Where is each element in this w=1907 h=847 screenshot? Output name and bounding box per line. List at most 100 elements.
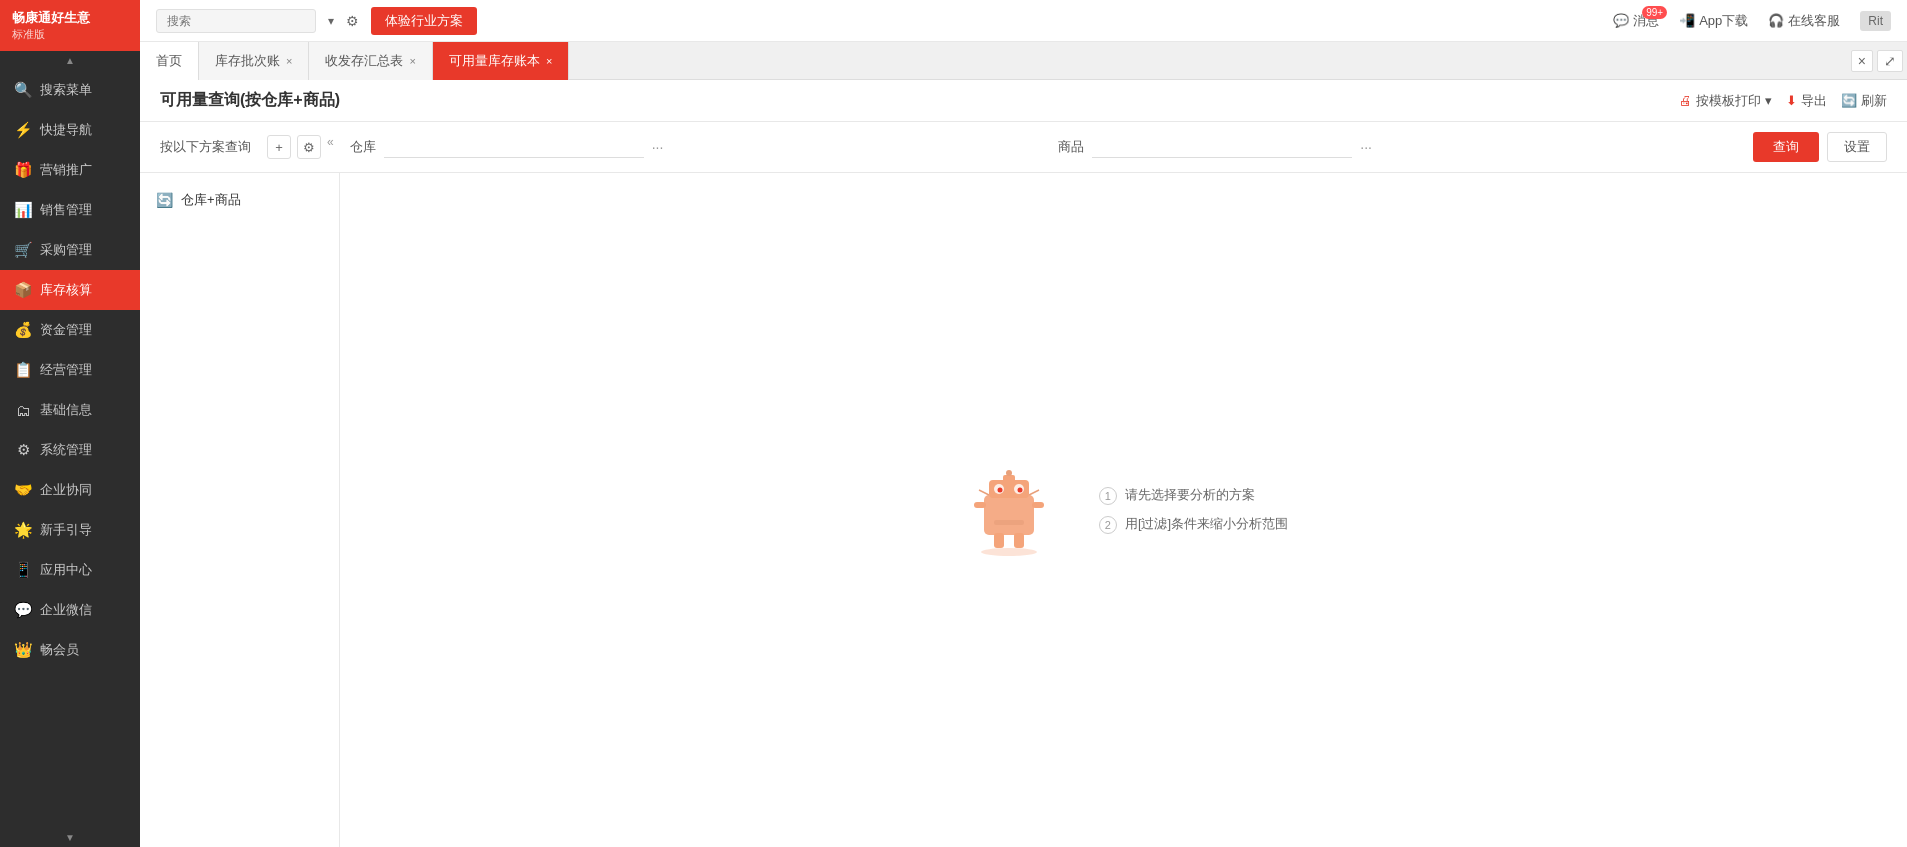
tip-text-2: 用[过滤]条件来缩小分析范围 xyxy=(1125,515,1288,533)
sidebar-item-member[interactable]: 👑 畅会员 xyxy=(0,630,140,670)
page-title: 可用量查询(按仓库+商品) xyxy=(160,90,340,111)
empty-illustration: 1 请先选择要分析的方案 2 用[过滤]条件来缩小分析范围 xyxy=(959,460,1288,560)
sidebar-item-operations[interactable]: 📋 经营管理 xyxy=(0,350,140,390)
warehouse-label: 仓库 xyxy=(350,138,376,156)
tip-num-2: 2 xyxy=(1099,516,1117,534)
sidebar-item-purchase[interactable]: 🛒 采购管理 xyxy=(0,230,140,270)
settings-button[interactable]: 设置 xyxy=(1827,132,1887,162)
query-button[interactable]: 查询 xyxy=(1753,132,1819,162)
main-content: ▾ ⚙ 体验行业方案 💬 消息 99+ 📲 App下载 🎧 在线客服 Rit 首… xyxy=(140,0,1907,847)
mobile-icon: 📱 xyxy=(14,561,32,579)
warehouse-filter-field: 仓库 ··· xyxy=(350,137,1029,158)
trial-button[interactable]: 体验行业方案 xyxy=(371,7,477,35)
tab-available-ledger[interactable]: 可用量库存账本 × xyxy=(433,42,569,80)
svg-rect-12 xyxy=(1014,533,1024,548)
product-input[interactable] xyxy=(1092,137,1352,158)
sidebar-nav: 🔍 搜索菜单 ⚡ 快捷导航 🎁 营销推广 📊 销售管理 🛒 采购管理 📦 库存核… xyxy=(0,70,140,828)
robot-illustration xyxy=(959,460,1059,560)
scroll-down-btn[interactable]: ▼ xyxy=(0,828,140,847)
print-action-btn[interactable]: 🖨 按模板打印 ▾ xyxy=(1679,92,1772,110)
cart-icon: 🛒 xyxy=(14,241,32,259)
sidebar-item-app-center[interactable]: 📱 应用中心 xyxy=(0,550,140,590)
filter-actions: + ⚙ « xyxy=(267,135,334,159)
box-icon: 📦 xyxy=(14,281,32,299)
restore-tab-btn[interactable]: ⤢ xyxy=(1877,50,1903,72)
tab-available-ledger-close-icon[interactable]: × xyxy=(546,55,552,67)
print-dropdown-icon[interactable]: ▾ xyxy=(1765,93,1772,108)
product-more-icon[interactable]: ··· xyxy=(1360,139,1372,155)
scheme-item-warehouse-product[interactable]: 🔄 仓库+商品 xyxy=(140,183,339,217)
app-version: 标准版 xyxy=(12,27,128,41)
tab-batch-ledger[interactable]: 库存批次账 × xyxy=(199,42,309,80)
online-service-btn[interactable]: 🎧 在线客服 xyxy=(1768,12,1840,30)
edit-scheme-btn[interactable]: ⚙ xyxy=(297,135,321,159)
sidebar-item-inventory[interactable]: 📦 库存核算 xyxy=(0,270,140,310)
app-name: 畅康通好生意 xyxy=(12,10,128,27)
sidebar-item-sales[interactable]: 📊 销售管理 xyxy=(0,190,140,230)
sidebar: 畅康通好生意 标准版 ▲ 🔍 搜索菜单 ⚡ 快捷导航 🎁 营销推广 📊 销售管理… xyxy=(0,0,140,847)
bell-icon: 💬 xyxy=(1613,13,1629,28)
sidebar-item-label: 企业微信 xyxy=(40,601,92,619)
tip-item-2: 2 用[过滤]条件来缩小分析范围 xyxy=(1099,515,1288,534)
topbar-search-input[interactable] xyxy=(156,9,316,33)
sidebar-item-label: 采购管理 xyxy=(40,241,92,259)
sidebar-item-label: 系统管理 xyxy=(40,441,92,459)
tab-receive-summary-close-icon[interactable]: × xyxy=(409,55,415,67)
scheme-icon: 🔄 xyxy=(156,192,173,208)
scheme-item-label: 仓库+商品 xyxy=(181,191,241,209)
refresh-label: 刷新 xyxy=(1861,92,1887,110)
sidebar-item-system[interactable]: ⚙ 系统管理 xyxy=(0,430,140,470)
svg-line-14 xyxy=(1029,490,1039,495)
svg-rect-11 xyxy=(994,533,1004,548)
app-logo: 畅康通好生意 标准版 xyxy=(0,0,140,51)
sidebar-item-base-info[interactable]: 🗂 基础信息 xyxy=(0,390,140,430)
sidebar-item-label: 销售管理 xyxy=(40,201,92,219)
sidebar-item-enterprise[interactable]: 🤝 企业协同 xyxy=(0,470,140,510)
empty-tips: 1 请先选择要分析的方案 2 用[过滤]条件来缩小分析范围 xyxy=(1099,486,1288,534)
warehouse-input[interactable] xyxy=(384,137,644,158)
filter-row: 按以下方案查询 + ⚙ « 仓库 ··· 商品 ··· xyxy=(160,132,1887,162)
close-tab-btn[interactable]: × xyxy=(1851,50,1873,72)
header-actions: 🖨 按模板打印 ▾ ⬇ 导出 🔄 刷新 xyxy=(1679,92,1887,110)
settings-icon[interactable]: ⚙ xyxy=(346,13,359,29)
user-avatar[interactable]: Rit xyxy=(1860,11,1891,31)
tab-batch-ledger-label: 库存批次账 xyxy=(215,52,280,70)
sidebar-item-shortcut[interactable]: ⚡ 快捷导航 xyxy=(0,110,140,150)
warehouse-more-icon[interactable]: ··· xyxy=(652,139,664,155)
app-label: App下载 xyxy=(1699,12,1748,30)
topbar: ▾ ⚙ 体验行业方案 💬 消息 99+ 📲 App下载 🎧 在线客服 Rit xyxy=(140,0,1907,42)
gift-icon: 🎁 xyxy=(14,161,32,179)
tab-home-label: 首页 xyxy=(156,52,182,70)
message-btn[interactable]: 💬 消息 99+ xyxy=(1613,12,1659,30)
scroll-up-btn[interactable]: ▲ xyxy=(0,51,140,70)
folder-icon: 🗂 xyxy=(14,402,32,419)
refresh-action-btn[interactable]: 🔄 刷新 xyxy=(1841,92,1887,110)
sidebar-item-search[interactable]: 🔍 搜索菜单 xyxy=(0,70,140,110)
tip-num-1: 1 xyxy=(1099,487,1117,505)
export-action-btn[interactable]: ⬇ 导出 xyxy=(1786,92,1827,110)
sidebar-item-newbie[interactable]: 🌟 新手引导 xyxy=(0,510,140,550)
collapse-filter-btn[interactable]: « xyxy=(327,135,334,159)
headphone-icon: 🎧 xyxy=(1768,13,1784,28)
tab-batch-ledger-close-icon[interactable]: × xyxy=(286,55,292,67)
tab-receive-summary[interactable]: 收发存汇总表 × xyxy=(309,42,432,80)
sidebar-item-marketing[interactable]: 🎁 营销推广 xyxy=(0,150,140,190)
tab-controls: × ⤢ xyxy=(1851,50,1907,72)
svg-rect-9 xyxy=(974,502,986,508)
sidebar-item-label: 企业协同 xyxy=(40,481,92,499)
add-scheme-btn[interactable]: + xyxy=(267,135,291,159)
dropdown-arrow-icon[interactable]: ▾ xyxy=(328,14,334,28)
svg-rect-6 xyxy=(1003,475,1015,482)
app-download-btn[interactable]: 📲 App下载 xyxy=(1679,12,1748,30)
export-icon: ⬇ xyxy=(1786,93,1797,108)
print-label: 按模板打印 xyxy=(1696,92,1761,110)
tab-home[interactable]: 首页 xyxy=(140,42,199,80)
star-icon: 🌟 xyxy=(14,521,32,539)
sidebar-item-label: 库存核算 xyxy=(40,281,92,299)
sidebar-item-label: 搜索菜单 xyxy=(40,81,92,99)
filter-scheme-label: 按以下方案查询 xyxy=(160,138,251,156)
service-label: 在线客服 xyxy=(1788,12,1840,30)
sidebar-item-finance[interactable]: 💰 资金管理 xyxy=(0,310,140,350)
sidebar-item-wechat[interactable]: 💬 企业微信 xyxy=(0,590,140,630)
page-area: 可用量查询(按仓库+商品) 🖨 按模板打印 ▾ ⬇ 导出 🔄 刷新 xyxy=(140,80,1907,847)
